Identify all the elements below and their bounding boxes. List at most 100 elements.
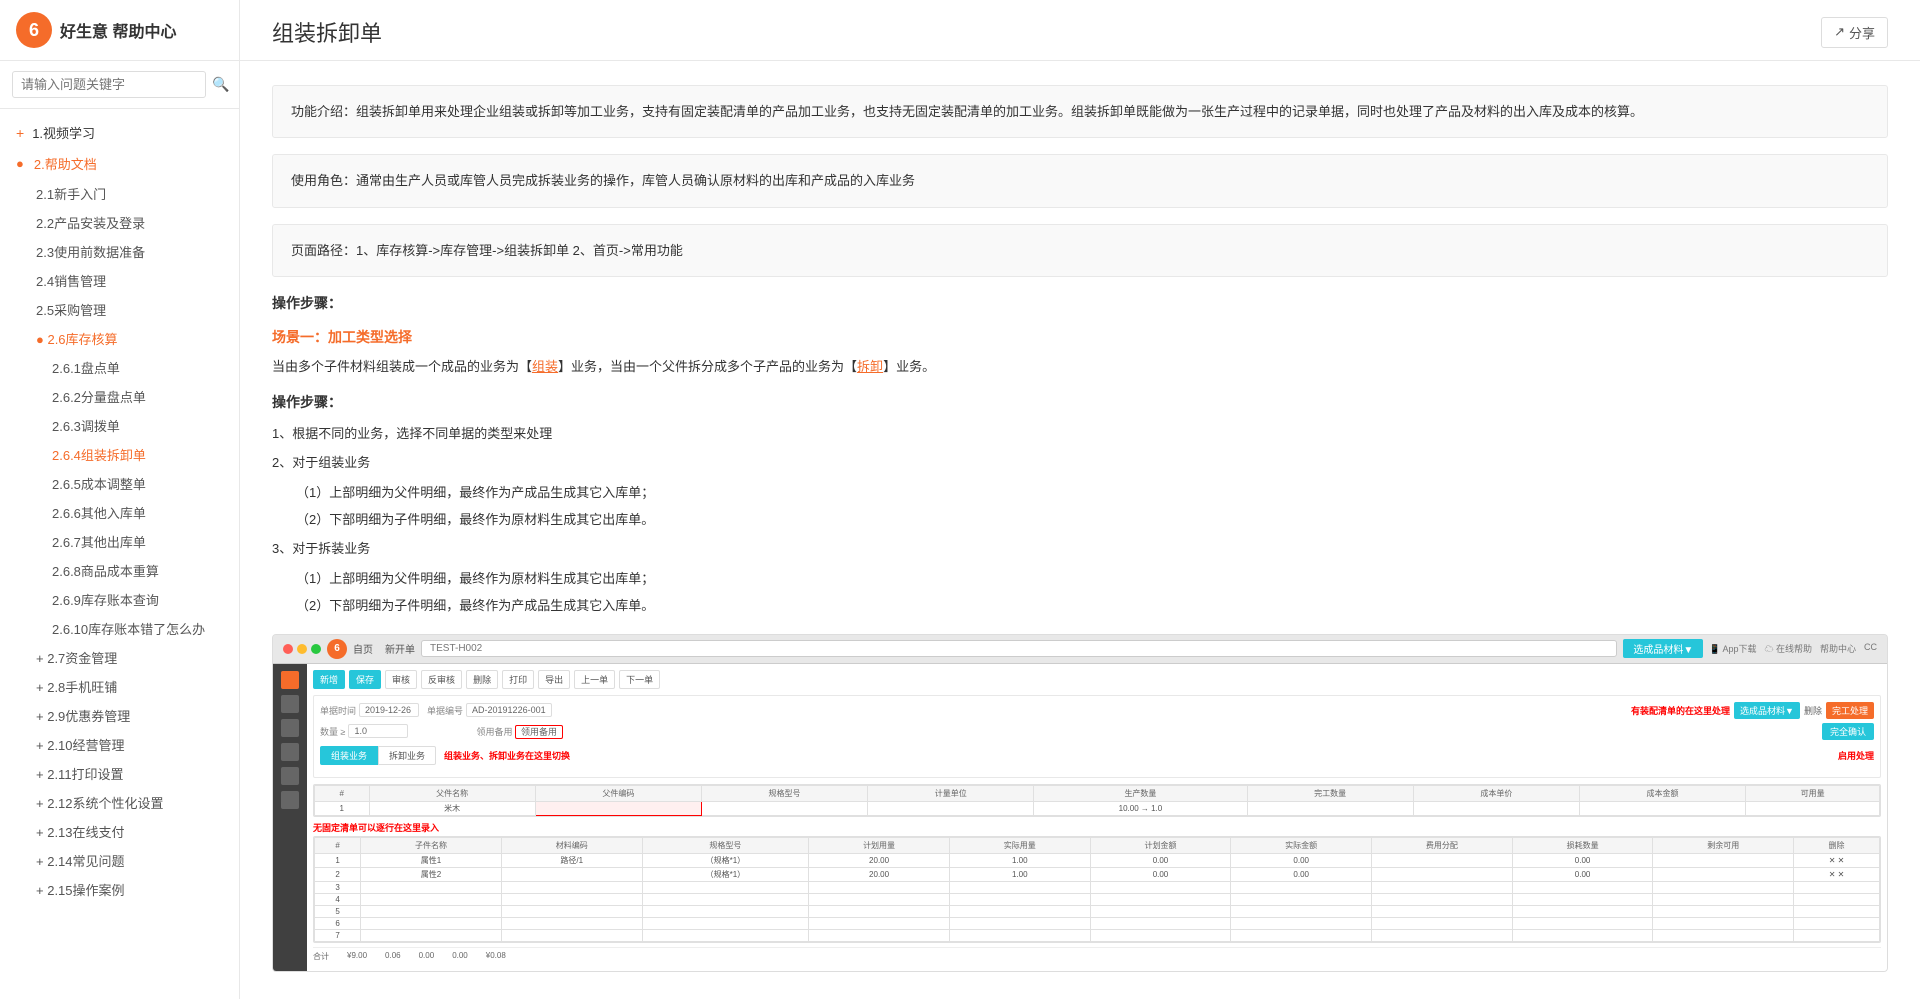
- sidebar-item-cost[interactable]: 2.6.5成本调整单: [0, 469, 239, 498]
- table-row: 7: [315, 929, 1880, 941]
- sidebar-item-costrecalc[interactable]: 2.6.8商品成本重算: [0, 556, 239, 585]
- sidebar-item-otherin[interactable]: 2.6.6其他入库单: [0, 498, 239, 527]
- ss-nav-icon-3: [281, 719, 299, 737]
- ss-type-assemble-btn[interactable]: 组装业务: [320, 746, 378, 765]
- sidebar-item-adjust[interactable]: 2.6.3调拨单: [0, 411, 239, 440]
- sidebar-item-inventory[interactable]: ● 2.6库存核算: [0, 324, 239, 353]
- info-block-function: 功能介绍：组装拆卸单用来处理企业组装或拆卸等加工业务，支持有固定装配清单的产品加…: [272, 85, 1888, 138]
- ss-select-btn[interactable]: 选成品材料▼: [1734, 702, 1800, 719]
- sidebar-item-sysconfig[interactable]: + 2.12系统个性化设置: [0, 788, 239, 817]
- search-box[interactable]: 🔍: [0, 61, 239, 109]
- table-row: 2 属性2 （规格*1） 20.00 1.00 0.00 0.00: [315, 867, 1880, 881]
- ss-btn-prev[interactable]: 上一单: [574, 670, 615, 689]
- sidebar-item-stockquery[interactable]: 2.6.9库存账本查询: [0, 585, 239, 614]
- sidebar-item-assemble[interactable]: 2.6.4组装拆卸单: [0, 440, 239, 469]
- nav-label-docs: 2.帮助文档: [34, 154, 97, 173]
- ops-steps-title: 操作步骤：: [272, 392, 1888, 412]
- maximize-control: [311, 644, 321, 654]
- info-text-role: 使用角色：通常由生产人员或库管人员完成拆装业务的操作，库管人员确认原材料的出库和…: [291, 173, 915, 188]
- share-icon: ↗: [1834, 24, 1845, 40]
- ss-lower-table-header: # 子件名称 材料编码 规格型号 计划用量 实际用量 计划金额 实际金额 费用分: [315, 837, 1880, 853]
- sidebar-item-cases[interactable]: + 2.15操作案例: [0, 875, 239, 904]
- screenshot-new-tab-btn[interactable]: 选成品材料▼: [1623, 639, 1703, 658]
- share-button[interactable]: ↗ 分享: [1821, 17, 1888, 48]
- step-2-sub2: （2）下部明细为子件明细，最终作为原材料生成其它出库单。: [296, 508, 1888, 531]
- sidebar-item-newbie[interactable]: 2.1新手入门: [0, 179, 239, 208]
- ss-btn-export[interactable]: 导出: [538, 670, 570, 689]
- search-icon[interactable]: 🔍: [212, 76, 229, 93]
- sidebar-item-onlinepay[interactable]: + 2.13在线支付: [0, 817, 239, 846]
- sidebar-item-predata[interactable]: 2.3使用前数据准备: [0, 237, 239, 266]
- ss-complete-btn[interactable]: 完工处理: [1826, 702, 1874, 719]
- info-block-role: 使用角色：通常由生产人员或库管人员完成拆装业务的操作，库管人员确认原材料的出库和…: [272, 154, 1888, 207]
- page-title: 组装拆卸单: [272, 16, 382, 48]
- ss-finish-val: 领用备用: [515, 725, 563, 739]
- table-row: 1 米木 10.00 → 1.0: [315, 801, 1880, 815]
- info-text-function: 功能介绍：组装拆卸单用来处理企业组装或拆卸等加工业务，支持有固定装配清单的产品加…: [291, 104, 1643, 119]
- content-area: 功能介绍：组装拆卸单用来处理企业组装或拆卸等加工业务，支持有固定装配清单的产品加…: [240, 61, 1920, 999]
- browser-controls: [283, 644, 321, 654]
- ss-btn-save[interactable]: 保存: [349, 670, 381, 689]
- sidebar-item-purchase[interactable]: 2.5采购管理: [0, 295, 239, 324]
- sidebar-item-coupon[interactable]: + 2.9优惠券管理: [0, 701, 239, 730]
- app-title: 好生意 帮助中心: [60, 18, 176, 42]
- ss-nav-icon-2: [281, 695, 299, 713]
- ss-btn-new[interactable]: 新增: [313, 670, 345, 689]
- ss-nav-icon-4: [281, 743, 299, 761]
- steps-list: 1、根据不同的业务，选择不同单据的类型来处理 2、对于组装业务 （1）上部明细为…: [272, 422, 1888, 618]
- ss-upper-table-header: # 父件名称 父件编码 规格型号 计量单位 生产数量 完工数量 成本单价 成本金: [315, 785, 1880, 801]
- ss-code-val: AD-20191226-001: [466, 703, 552, 717]
- ss-form-fields: 单据时间 2019-12-26 单据编号 AD-20191226-001 有装配…: [313, 695, 1881, 778]
- sidebar-item-print[interactable]: + 2.11打印设置: [0, 759, 239, 788]
- ss-btn-delete[interactable]: 删除: [466, 670, 498, 689]
- sidebar-item-video[interactable]: + 1.视频学习: [0, 117, 239, 148]
- ss-lower-table: # 子件名称 材料编码 规格型号 计划用量 实际用量 计划金额 实际金额 费用分: [314, 837, 1880, 942]
- sidebar-item-faq[interactable]: + 2.14常见问题: [0, 846, 239, 875]
- sidebar-item-stocktake[interactable]: 2.6.1盘点单: [0, 353, 239, 382]
- search-input[interactable]: [12, 71, 206, 98]
- ss-date-label: 单据时间: [320, 704, 356, 717]
- sidebar-item-ops[interactable]: + 2.10经营管理: [0, 730, 239, 759]
- scene1-desc: 当由多个子件材料组装成一个成品的业务为【组装】业务，当由一个父件拆分成多个子产品…: [272, 355, 1888, 380]
- ss-btn-print[interactable]: 打印: [502, 670, 534, 689]
- sidebar-item-docs[interactable]: ● 2.帮助文档: [0, 148, 239, 179]
- ss-footer-totals: 合计 ¥9.00 0.06 0.00 0.00 ¥0.08: [313, 947, 1881, 965]
- screenshot-browser-bar: 6 自页 新开单 TEST-H002 选成品材料▼ 📱 App下载 ☁ 在线帮助…: [273, 635, 1887, 664]
- ss-type-switch-row: 组装业务 拆卸业务 组装业务、拆卸业务在这里切换 启用处理: [320, 746, 1874, 765]
- step-3-sub1: （1）上部明细为父件明细，最终作为原材料生成其它出库单；: [296, 567, 1888, 590]
- info-text-path: 页面路径：1、库存核算->库存管理->组装拆卸单 2、首页->常用功能: [291, 243, 683, 258]
- sidebar-item-finance[interactable]: + 2.7资金管理: [0, 643, 239, 672]
- ss-type-tabs: 组装业务 拆卸业务: [320, 746, 436, 765]
- close-control: [283, 644, 293, 654]
- scene1-title: 场景一：加工类型选择: [272, 327, 1888, 347]
- ss-btn-unapprove[interactable]: 反审核: [421, 670, 462, 689]
- ss-upper-table-container: # 父件名称 父件编码 规格型号 计量单位 生产数量 完工数量 成本单价 成本金: [313, 784, 1881, 817]
- ss-upper-highlight-cell: [535, 801, 701, 815]
- screenshot-url-bar: TEST-H002: [421, 640, 1617, 657]
- sidebar-header: 6 好生意 帮助中心: [0, 0, 239, 61]
- ss-confirm-btn[interactable]: 完全确认: [1822, 723, 1874, 740]
- step-3: 3、对于拆装业务: [272, 537, 1888, 560]
- sidebar-item-sales[interactable]: 2.4销售管理: [0, 266, 239, 295]
- ss-nav-icon-5: [281, 767, 299, 785]
- sidebar-item-install[interactable]: 2.2产品安装及登录: [0, 208, 239, 237]
- step-2-sub1: （1）上部明细为父件明细，最终作为产成品生成其它入库单；: [296, 481, 1888, 504]
- table-row: 4: [315, 893, 1880, 905]
- minimize-control: [297, 644, 307, 654]
- sidebar-item-wrongaccount[interactable]: 2.6.10库存账本错了怎么办: [0, 614, 239, 643]
- ss-count-field: 数量 ≥ 1.0: [320, 724, 408, 738]
- ss-form-row1: 单据时间 2019-12-26 单据编号 AD-20191226-001 有装配…: [320, 702, 1874, 719]
- sidebar-item-otherout[interactable]: 2.6.7其他出库单: [0, 527, 239, 556]
- nav-tree: + 1.视频学习 ● 2.帮助文档 2.1新手入门 2.2产品安装及登录 2.3…: [0, 109, 239, 999]
- sidebar-item-portion[interactable]: 2.6.2分量盘点单: [0, 382, 239, 411]
- sidebar-item-mobile[interactable]: + 2.8手机旺铺: [0, 672, 239, 701]
- ss-upper-table: # 父件名称 父件编码 规格型号 计量单位 生产数量 完工数量 成本单价 成本金: [314, 785, 1880, 816]
- ss-btn-approve[interactable]: 审核: [385, 670, 417, 689]
- table-row: 1 属性1 路径/1 （规格*1） 20.00 1.00 0.00 0.00: [315, 853, 1880, 867]
- ss-btn-next[interactable]: 下一单: [619, 670, 660, 689]
- expand-icon-video: +: [16, 125, 24, 141]
- info-block-path: 页面路径：1、库存核算->库存管理->组装拆卸单 2、首页->常用功能: [272, 224, 1888, 277]
- ss-form-section: 单据时间 2019-12-26 单据编号 AD-20191226-001 有装配…: [313, 695, 1881, 965]
- ss-type-disassemble-btn[interactable]: 拆卸业务: [378, 746, 436, 765]
- step-3-sub2: （2）下部明细为子件明细，最终作为产成品生成其它入库单。: [296, 594, 1888, 617]
